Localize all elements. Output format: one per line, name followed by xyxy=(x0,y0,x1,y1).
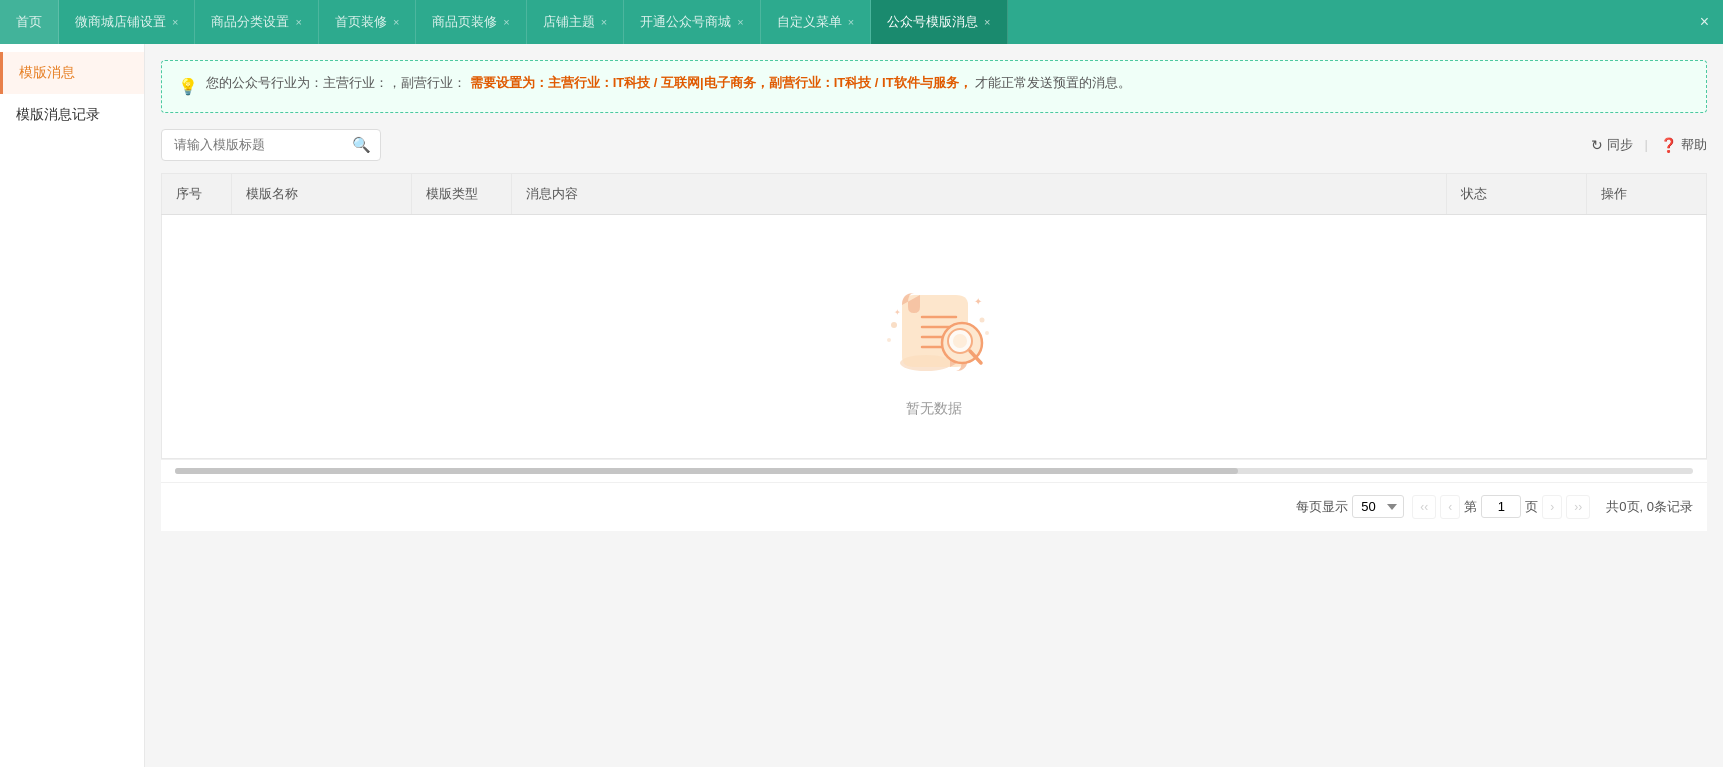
table-header: 序号 模版名称 模版类型 消息内容 状态 操作 xyxy=(162,173,1707,214)
empty-text: 暂无数据 xyxy=(182,400,1686,418)
notice-text: 您的公众号行业为：主营行业：，副营行业： 需要设置为：主营行业：IT科技 / 互… xyxy=(206,73,1131,94)
main-content: 💡 您的公众号行业为：主营行业：，副营行业： 需要设置为：主营行业：IT科技 /… xyxy=(145,44,1723,767)
notice-highlight: 需要设置为：主营行业：IT科技 / 互联网|电子商务，副营行业：IT科技 / I… xyxy=(470,75,972,90)
svg-point-8 xyxy=(953,334,967,348)
nav-tab-category-settings-label: 商品分类设置 xyxy=(211,13,289,31)
sidebar-item-template-msg[interactable]: 模版消息 xyxy=(0,52,144,94)
col-header-status: 状态 xyxy=(1447,173,1587,214)
page-size-label: 每页显示 xyxy=(1296,498,1348,516)
toolbar: 🔍 ↻ 同步 | ❓ 帮助 xyxy=(161,129,1707,161)
nav-tab-custom-menu[interactable]: 自定义菜单 × xyxy=(761,0,871,44)
empty-illustration: ✦ ✦ xyxy=(874,275,994,385)
pagination: 每页显示 50 10 20 100 ‹‹ ‹ 第 页 › ›› 共0页, 0条记… xyxy=(161,482,1707,532)
next-page-button[interactable]: › xyxy=(1542,495,1562,520)
main-layout: 模版消息 模版消息记录 💡 您的公众号行业为：主营行业：，副营行业： 需要设置为… xyxy=(0,44,1723,767)
help-icon: ❓ xyxy=(1660,137,1677,153)
nav-tab-template-msg-close[interactable]: × xyxy=(984,16,990,28)
sync-button[interactable]: ↻ 同步 xyxy=(1591,136,1633,154)
svg-point-12 xyxy=(985,331,989,335)
empty-icon: ✦ ✦ xyxy=(182,275,1686,388)
page-nav: ‹‹ ‹ 第 页 › ›› xyxy=(1412,495,1590,520)
nav-tab-category-close[interactable]: × xyxy=(295,16,301,28)
col-header-action: 操作 xyxy=(1587,173,1707,214)
nav-tab-product-decor-label: 商品页装修 xyxy=(432,13,497,31)
top-nav: 首页 微商城店铺设置 × 商品分类设置 × 首页装修 × 商品页装修 × 店铺主… xyxy=(0,0,1723,44)
col-header-type: 模版类型 xyxy=(412,173,512,214)
search-box: 🔍 xyxy=(161,129,381,161)
nav-tab-shop-theme-close[interactable]: × xyxy=(601,16,607,28)
notice-suffix: 才能正常发送预置的消息。 xyxy=(975,75,1131,90)
page-suffix-label: 页 xyxy=(1525,498,1538,516)
close-all-icon: × xyxy=(1700,13,1709,31)
nav-tab-shop-settings-close[interactable]: × xyxy=(172,16,178,28)
nav-tab-shop-settings[interactable]: 微商城店铺设置 × xyxy=(59,0,195,44)
page-prefix-label: 第 xyxy=(1464,498,1477,516)
nav-tab-shop-settings-label: 微商城店铺设置 xyxy=(75,13,166,31)
scrollbar-row xyxy=(161,459,1707,482)
nav-tab-product-decor-close[interactable]: × xyxy=(503,16,509,28)
nav-tab-custom-menu-close[interactable]: × xyxy=(848,16,854,28)
svg-point-11 xyxy=(980,317,985,322)
nav-tab-template-msg-label: 公众号模版消息 xyxy=(887,13,978,31)
last-page-button[interactable]: ›› xyxy=(1566,495,1590,520)
page-number-input[interactable] xyxy=(1481,495,1521,518)
nav-tab-home-decor-close[interactable]: × xyxy=(393,16,399,28)
svg-point-9 xyxy=(891,322,897,328)
notice-bulb-icon: 💡 xyxy=(178,74,198,100)
notice-box: 💡 您的公众号行业为：主营行业：，副营行业： 需要设置为：主营行业：IT科技 /… xyxy=(161,60,1707,113)
nav-tab-shop-theme-label: 店铺主题 xyxy=(543,13,595,31)
search-icon: 🔍 xyxy=(352,136,371,153)
sidebar: 模版消息 模版消息记录 xyxy=(0,44,145,767)
nav-tab-open-mall[interactable]: 开通公众号商城 × xyxy=(624,0,760,44)
notice-prefix: 您的公众号行业为：主营行业：，副营行业： xyxy=(206,75,466,90)
page-size-select: 每页显示 50 10 20 100 xyxy=(1296,495,1404,518)
sidebar-item-template-msg-label: 模版消息 xyxy=(19,64,75,80)
col-header-name: 模版名称 xyxy=(232,173,412,214)
table-body: ✦ ✦ 暂无数据 xyxy=(162,214,1707,458)
help-button[interactable]: ❓ 帮助 xyxy=(1660,136,1707,154)
col-header-index: 序号 xyxy=(162,173,232,214)
col-header-content: 消息内容 xyxy=(512,173,1447,214)
nav-tab-category-settings[interactable]: 商品分类设置 × xyxy=(195,0,318,44)
sidebar-item-template-msg-record[interactable]: 模版消息记录 xyxy=(0,94,144,136)
nav-tab-home-decor[interactable]: 首页装修 × xyxy=(319,0,416,44)
svg-point-10 xyxy=(887,338,891,342)
nav-tab-custom-menu-label: 自定义菜单 xyxy=(777,13,842,31)
nav-tab-template-msg[interactable]: 公众号模版消息 × xyxy=(871,0,1007,44)
first-page-button[interactable]: ‹‹ xyxy=(1412,495,1436,520)
toolbar-divider: | xyxy=(1645,137,1648,152)
nav-tab-home-label: 首页 xyxy=(16,13,42,31)
nav-tab-home[interactable]: 首页 xyxy=(0,0,59,44)
svg-text:✦: ✦ xyxy=(894,308,901,317)
nav-tab-open-mall-label: 开通公众号商城 xyxy=(640,13,731,31)
search-button[interactable]: 🔍 xyxy=(342,130,381,160)
toolbar-right: ↻ 同步 | ❓ 帮助 xyxy=(1591,136,1707,154)
sync-icon: ↻ xyxy=(1591,137,1603,153)
nav-tab-home-decor-label: 首页装修 xyxy=(335,13,387,31)
nav-tab-shop-theme[interactable]: 店铺主题 × xyxy=(527,0,624,44)
scrollbar-thumb xyxy=(175,468,1238,474)
empty-state: ✦ ✦ 暂无数据 xyxy=(162,215,1706,458)
prev-page-button[interactable]: ‹ xyxy=(1440,495,1460,520)
help-label: 帮助 xyxy=(1681,136,1707,154)
sync-label: 同步 xyxy=(1607,136,1633,154)
svg-text:✦: ✦ xyxy=(974,296,982,307)
page-size-dropdown[interactable]: 50 10 20 100 xyxy=(1352,495,1404,518)
total-info: 共0页, 0条记录 xyxy=(1606,498,1693,516)
search-input[interactable] xyxy=(162,130,342,159)
data-table: 序号 模版名称 模版类型 消息内容 状态 操作 xyxy=(161,173,1707,459)
nav-tab-open-mall-close[interactable]: × xyxy=(737,16,743,28)
scrollbar-track[interactable] xyxy=(175,468,1693,474)
nav-close-all-button[interactable]: × xyxy=(1686,0,1723,44)
nav-tab-product-decor[interactable]: 商品页装修 × xyxy=(416,0,526,44)
sidebar-item-template-msg-record-label: 模版消息记录 xyxy=(16,106,100,122)
